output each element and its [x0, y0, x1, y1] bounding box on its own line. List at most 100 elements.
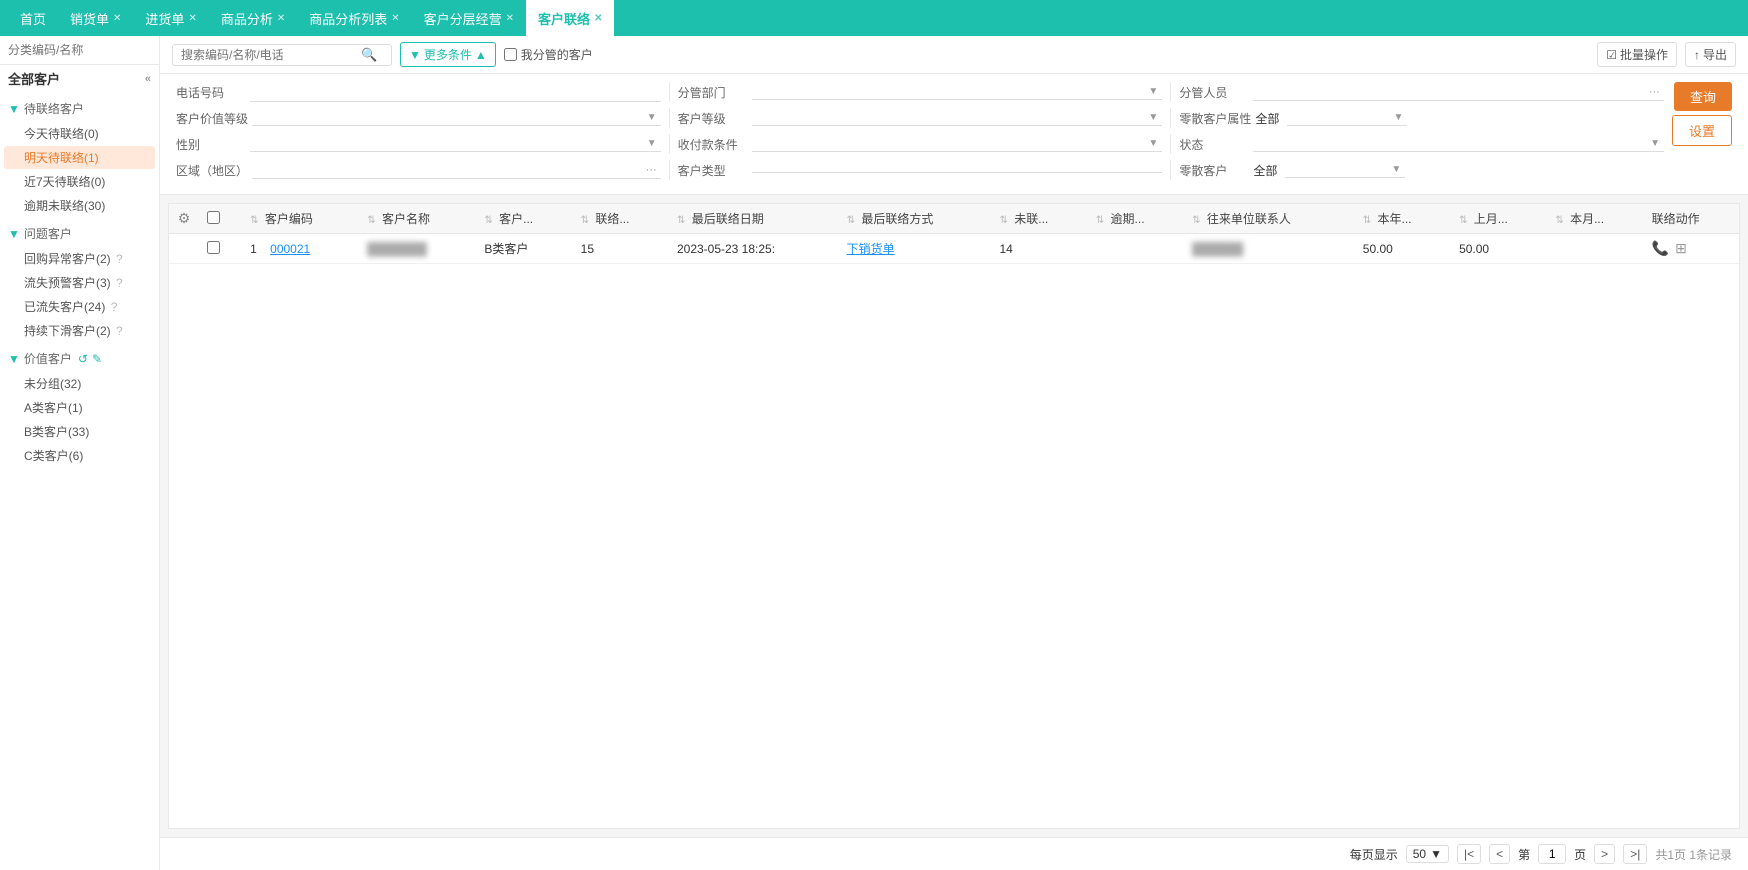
sidebar-all-customers[interactable]: 全部客户 « — [0, 65, 159, 92]
sidebar-item-class-b[interactable]: B类客户(33) — [4, 420, 155, 443]
page-size-select[interactable]: 50 ▼ — [1406, 845, 1449, 863]
filter-row-2: 客户价值等级 ▼ 客户等级 ▼ — [176, 108, 1664, 128]
manager-select[interactable]: ··· — [1253, 84, 1664, 101]
my-customers-checkbox[interactable] — [504, 48, 517, 61]
nav-home[interactable]: 首页 — [8, 0, 58, 36]
sidebar-item-tomorrow[interactable]: 明天待联络(1) — [4, 146, 155, 169]
col-overdue[interactable]: ⇅ 逾期... — [1088, 204, 1184, 234]
payment-label: 收付款条件 — [678, 136, 748, 153]
sidebar-search-input[interactable] — [8, 43, 160, 57]
nav-customer-contact[interactable]: 客户联络 ✕ — [526, 0, 614, 36]
nav-product-analysis-close[interactable]: ✕ — [277, 13, 285, 24]
nav-purchase-order-close[interactable]: ✕ — [188, 13, 196, 24]
nav-sales-order-close[interactable]: ✕ — [113, 13, 121, 24]
nav-product-analysis-list[interactable]: 商品分析列表 ✕ — [297, 0, 411, 36]
row-last-date: 2023-05-23 18:25: — [669, 234, 839, 264]
sidebar-item-today[interactable]: 今天待联络(0) — [4, 122, 155, 145]
sidebar-item-7days[interactable]: 近7天待联络(0) — [4, 170, 155, 193]
sidebar-item-ungrouped[interactable]: 未分组(32) — [4, 372, 155, 395]
nav-sales-order[interactable]: 销货单 ✕ — [58, 0, 133, 36]
payment-select[interactable]: ▼ — [752, 136, 1163, 152]
help-icon-2: ? — [116, 276, 123, 290]
query-button[interactable]: 查询 — [1674, 82, 1732, 111]
phone-action-icon[interactable]: 📞 — [1652, 240, 1669, 257]
dept-select[interactable]: ▼ — [752, 84, 1163, 100]
region-select[interactable]: ··· — [252, 162, 661, 179]
gender-select[interactable]: ▼ — [250, 136, 661, 152]
col-unit-contact[interactable]: ⇅ 往来单位联系人 — [1184, 204, 1355, 234]
row-last-month: 50.00 — [1451, 234, 1547, 264]
chevron-down-icon: ▼ — [1148, 86, 1158, 97]
nav-product-analysis-list-close[interactable]: ✕ — [391, 13, 399, 24]
sidebar-item-overdue[interactable]: 逾期未联络(30) — [4, 194, 155, 217]
edit-icon[interactable]: ✎ — [92, 352, 102, 366]
status-select[interactable]: ▼ — [1253, 136, 1664, 152]
nav-customer-contact-close[interactable]: ✕ — [594, 13, 602, 24]
prev-page-button[interactable]: < — [1489, 844, 1510, 864]
col-last-date[interactable]: ⇅ 最后联络日期 — [669, 204, 839, 234]
sidebar-item-class-a[interactable]: A类客户(1) — [4, 396, 155, 419]
row-name-value: ███████ — [367, 242, 427, 256]
nav-purchase-order[interactable]: 进货单 ✕ — [133, 0, 208, 36]
col-last-method[interactable]: ⇅ 最后联络方式 — [839, 204, 992, 234]
nav-product-analysis[interactable]: 商品分析 ✕ — [209, 0, 297, 36]
col-name[interactable]: ⇅ 客户名称 — [359, 204, 476, 234]
sidebar-search-wrap: 🔍 — [0, 36, 159, 65]
row-type-value: B类客户 — [484, 242, 528, 256]
phone-input[interactable] — [250, 83, 661, 102]
my-customers-label: 我分管的客户 — [521, 46, 593, 63]
row-overdue — [1088, 234, 1184, 264]
first-page-button[interactable]: |< — [1457, 844, 1481, 864]
retail-customer-select[interactable]: ▼ — [1285, 162, 1405, 178]
nav-customer-tier-close[interactable]: ✕ — [506, 13, 514, 24]
customer-value-select[interactable]: ▼ — [252, 110, 661, 126]
sidebar-item-repurchase-abnormal[interactable]: 回购异常客户(2) ? — [4, 247, 155, 270]
select-all-checkbox[interactable] — [207, 211, 220, 224]
col-this-month[interactable]: ⇅ 本月... — [1547, 204, 1643, 234]
row-last-method-value[interactable]: 下销货单 — [847, 242, 895, 256]
pagination: 每页显示 50 ▼ |< < 第 页 > >| 共1页 1条记录 — [160, 837, 1748, 870]
search-input[interactable] — [181, 48, 361, 62]
col-last-month[interactable]: ⇅ 上月... — [1451, 204, 1547, 234]
refresh-icon[interactable]: ↺ — [78, 352, 88, 366]
customer-type-label: 客户类型 — [678, 162, 748, 179]
export-button[interactable]: ↑ 导出 — [1685, 42, 1736, 67]
sort-icon-3: ⇅ — [484, 215, 492, 226]
col-contacts[interactable]: ⇅ 联络... — [573, 204, 669, 234]
row-checkbox — [199, 234, 242, 264]
row-this-month — [1547, 234, 1643, 264]
filter-payment: 收付款条件 ▼ — [678, 136, 1163, 153]
batch-button[interactable]: ☑ 批量操作 — [1597, 42, 1677, 67]
next-page-button[interactable]: > — [1594, 844, 1615, 864]
page-label: 第 — [1518, 846, 1530, 863]
retail-customer-value: 全部 — [1253, 162, 1277, 179]
col-type[interactable]: ⇅ 客户... — [476, 204, 572, 234]
grid-action-icon[interactable]: ⊞ — [1675, 240, 1687, 257]
content-area: 🔍 ▼ 更多条件 ▲ 我分管的客户 ☑ 批量操作 ↑ 导出 — [160, 36, 1748, 870]
customer-level-select[interactable]: ▼ — [752, 110, 1163, 126]
set-button[interactable]: 设置 — [1672, 115, 1732, 146]
col-no-contact[interactable]: ⇅ 未联... — [992, 204, 1088, 234]
sidebar-item-class-c[interactable]: C类客户(6) — [4, 444, 155, 467]
page-input[interactable] — [1538, 844, 1566, 864]
search-icon[interactable]: 🔍 — [361, 47, 377, 63]
customer-type-select[interactable] — [752, 168, 1163, 173]
sort-icon-4: ⇅ — [581, 215, 589, 226]
batch-icon: ☑ — [1606, 48, 1617, 62]
col-code[interactable]: ⇅ 客户编码 — [242, 204, 359, 234]
nav-customer-tier[interactable]: 客户分层经营 ✕ — [412, 0, 526, 36]
sidebar-item-churn-warning[interactable]: 流失预警客户(3) ? — [4, 271, 155, 294]
retail-attr-select[interactable]: ▼ — [1287, 110, 1407, 126]
filter-status: 状态 ▼ — [1179, 136, 1664, 153]
more-filter-button[interactable]: ▼ 更多条件 ▲ — [400, 42, 496, 67]
row-select-checkbox[interactable] — [207, 241, 220, 254]
row-this-year: 50.00 — [1355, 234, 1451, 264]
row-contacts: 15 — [573, 234, 669, 264]
settings-icon[interactable]: ⚙ — [178, 210, 191, 226]
sort-icon: ⇅ — [250, 215, 258, 226]
sidebar-item-declining[interactable]: 持续下滑客户(2) ? — [4, 319, 155, 342]
sidebar-item-churned[interactable]: 已流失客户(24) ? — [4, 295, 155, 318]
sort-icon-10: ⇅ — [1363, 215, 1371, 226]
last-page-button[interactable]: >| — [1623, 844, 1647, 864]
col-this-year[interactable]: ⇅ 本年... — [1355, 204, 1451, 234]
